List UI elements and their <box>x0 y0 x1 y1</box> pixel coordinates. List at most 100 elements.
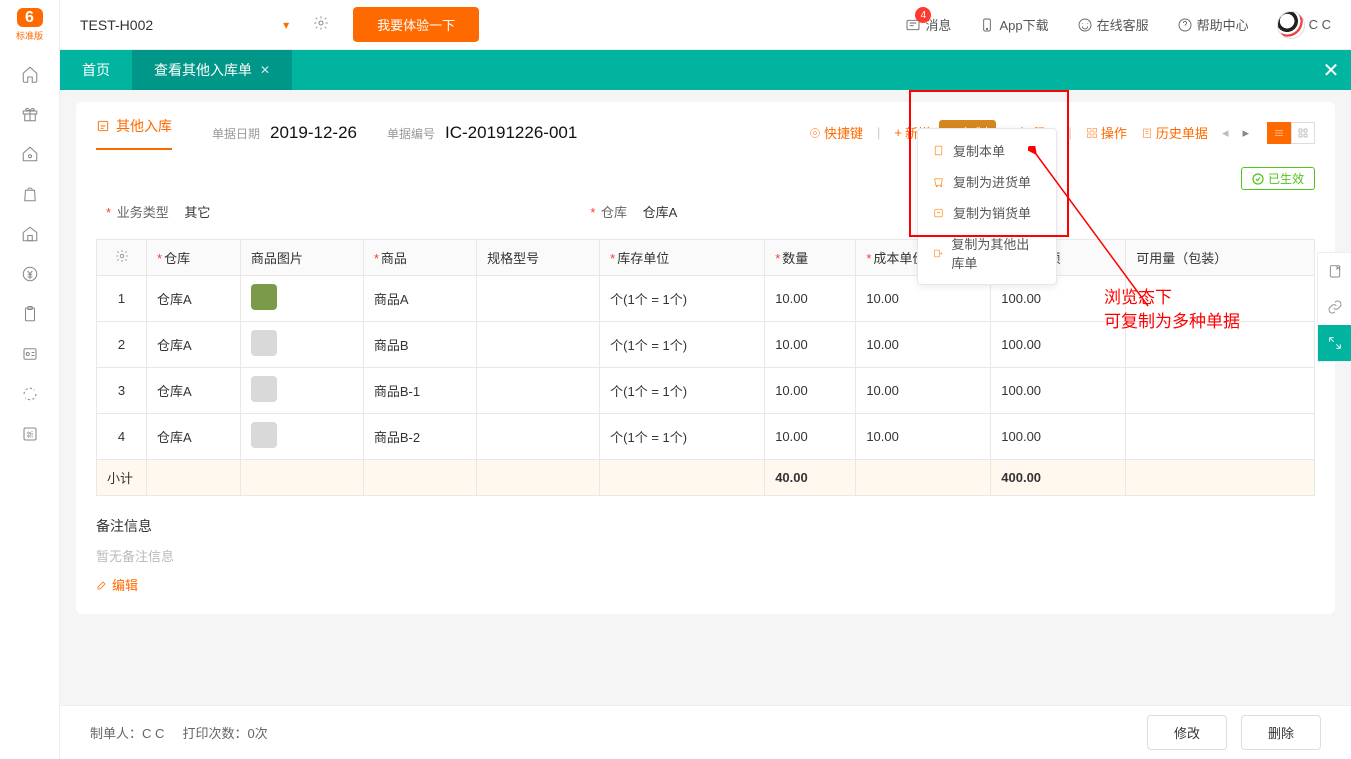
nav-new-icon[interactable]: 新 <box>0 414 60 454</box>
copy-this-doc[interactable]: 复制本单 <box>918 135 1056 166</box>
table-row[interactable]: 1仓库A商品A个(1个 = 1个)10.0010.00100.00 <box>97 276 1315 322</box>
remarks-empty: 暂无备注信息 <box>96 546 1315 565</box>
sub-tab-label: 其他入库 <box>116 116 172 136</box>
user-name: C C <box>1309 17 1331 32</box>
subtotal-qty: 40.00 <box>765 460 856 496</box>
row-spec <box>477 276 600 322</box>
row-image <box>240 414 363 460</box>
table-row[interactable]: 3仓库A商品B-1个(1个 = 1个)10.0010.00100.00 <box>97 368 1315 414</box>
avatar <box>1277 11 1305 39</box>
brand-logo[interactable]: 6 标准版 <box>10 8 50 42</box>
nav-deposit-icon[interactable] <box>0 134 60 174</box>
modify-button[interactable]: 修改 <box>1147 715 1227 750</box>
next-doc-button[interactable]: ▸ <box>1236 122 1255 144</box>
nav-badge-icon[interactable] <box>0 334 60 374</box>
shortcut-button[interactable]: 快捷键 <box>803 120 869 145</box>
edit-remarks-button[interactable]: 编辑 <box>96 575 1315 594</box>
nav-cycle-icon[interactable] <box>0 374 60 414</box>
remarks-section: 备注信息 暂无备注信息 编辑 <box>76 506 1335 614</box>
status-badge: 已生效 <box>1241 167 1315 190</box>
user-menu[interactable]: C C <box>1277 11 1331 39</box>
row-qty: 10.00 <box>765 368 856 414</box>
subtotal-amount: 400.00 <box>991 460 1126 496</box>
col-product: *商品 <box>363 240 476 276</box>
settings-icon[interactable] <box>313 15 329 34</box>
nav-gift-icon[interactable] <box>0 94 60 134</box>
col-spec: 规格型号 <box>477 240 600 276</box>
company-name: TEST-H002 <box>80 17 153 33</box>
tab-home[interactable]: 首页 <box>60 50 132 90</box>
quick-note-icon[interactable] <box>1318 253 1351 289</box>
copy-dropdown: 复制本单 复制为进货单 复制为销货单 复制为其他出库单 <box>917 128 1057 285</box>
row-price: 10.00 <box>856 414 991 460</box>
row-warehouse: 仓库A <box>147 276 241 322</box>
row-product: 商品B <box>363 322 476 368</box>
nav-bag-icon[interactable] <box>0 174 60 214</box>
row-spec <box>477 414 600 460</box>
doc-no-value: IC-20191226-001 <box>445 123 577 143</box>
col-settings[interactable] <box>97 240 147 276</box>
view-grid-button[interactable] <box>1291 122 1315 144</box>
app-download-label: App下载 <box>999 15 1048 34</box>
subtotal-row: 小计40.00400.00 <box>97 460 1315 496</box>
svg-text:新: 新 <box>26 430 33 439</box>
support-link[interactable]: 在线客服 <box>1077 15 1149 34</box>
row-image <box>240 276 363 322</box>
row-unit: 个(1个 = 1个) <box>600 414 765 460</box>
product-image-icon <box>251 376 277 402</box>
row-amount: 100.00 <box>991 414 1126 460</box>
help-label: 帮助中心 <box>1197 15 1249 34</box>
row-image <box>240 368 363 414</box>
logo-icon: 6 <box>17 8 43 27</box>
app-download-link[interactable]: App下载 <box>979 15 1048 34</box>
quick-link-icon[interactable] <box>1318 289 1351 325</box>
row-product: 商品B-2 <box>363 414 476 460</box>
row-qty: 10.00 <box>765 276 856 322</box>
messages-link[interactable]: 消息 4 <box>905 15 951 34</box>
view-list-button[interactable] <box>1267 122 1291 144</box>
nav-home-icon[interactable] <box>0 54 60 94</box>
company-selector[interactable]: TEST-H002 ▾ <box>80 17 289 33</box>
table-row[interactable]: 4仓库A商品B-2个(1个 = 1个)10.0010.00100.00 <box>97 414 1315 460</box>
row-avail <box>1126 414 1315 460</box>
chevron-down-icon: ▾ <box>283 18 289 32</box>
help-link[interactable]: 帮助中心 <box>1177 15 1249 34</box>
copy-as-other-outbound[interactable]: 复制为其他出库单 <box>918 228 1056 278</box>
copy-as-sales[interactable]: 复制为销货单 <box>918 197 1056 228</box>
view-toggle <box>1267 122 1315 144</box>
business-type-field: * 业务类型 其它 <box>106 202 210 221</box>
form-row: * 业务类型 其它 * 仓库 仓库A <box>76 196 1335 239</box>
doc-date-value: 2019-12-26 <box>270 123 357 143</box>
col-image: 商品图片 <box>240 240 363 276</box>
row-unit: 个(1个 = 1个) <box>600 322 765 368</box>
row-avail <box>1126 276 1315 322</box>
tab-view-other-inbound[interactable]: 查看其他入库单 ✕ <box>132 50 292 90</box>
product-image-icon <box>251 284 277 310</box>
doc-no-label: 单据编号 <box>387 125 435 142</box>
remarks-title: 备注信息 <box>96 516 1315 536</box>
product-image-icon <box>251 422 277 448</box>
close-all-tabs[interactable]: ✕ <box>1311 50 1351 90</box>
operations-button[interactable]: 操作 <box>1080 120 1133 145</box>
footer-bar: 制单人：C C 打印次数：0次 修改 删除 <box>60 705 1351 759</box>
delete-button[interactable]: 删除 <box>1241 715 1321 750</box>
quick-expand-icon[interactable] <box>1318 325 1351 361</box>
document-card: 其他入库 单据日期 2019-12-26 单据编号 IC-20191226-00… <box>76 102 1335 614</box>
row-image <box>240 322 363 368</box>
row-index: 4 <box>97 414 147 460</box>
col-avail: 可用量（包装） <box>1126 240 1315 276</box>
prev-doc-button[interactable]: ◂ <box>1216 122 1235 144</box>
copy-as-purchase[interactable]: 复制为进货单 <box>918 166 1056 197</box>
sub-tab-other-inbound[interactable]: 其他入库 <box>96 116 172 150</box>
nav-clipboard-icon[interactable] <box>0 294 60 334</box>
try-button[interactable]: 我要体验一下 <box>353 7 479 42</box>
support-label: 在线客服 <box>1097 15 1149 34</box>
history-button[interactable]: 历史单据 <box>1135 120 1214 145</box>
table-row[interactable]: 2仓库A商品B个(1个 = 1个)10.0010.00100.00 <box>97 322 1315 368</box>
row-unit: 个(1个 = 1个) <box>600 368 765 414</box>
nav-warehouse-icon[interactable] <box>0 214 60 254</box>
close-icon[interactable]: ✕ <box>260 63 270 77</box>
row-product: 商品B-1 <box>363 368 476 414</box>
row-amount: 100.00 <box>991 322 1126 368</box>
nav-money-icon[interactable] <box>0 254 60 294</box>
